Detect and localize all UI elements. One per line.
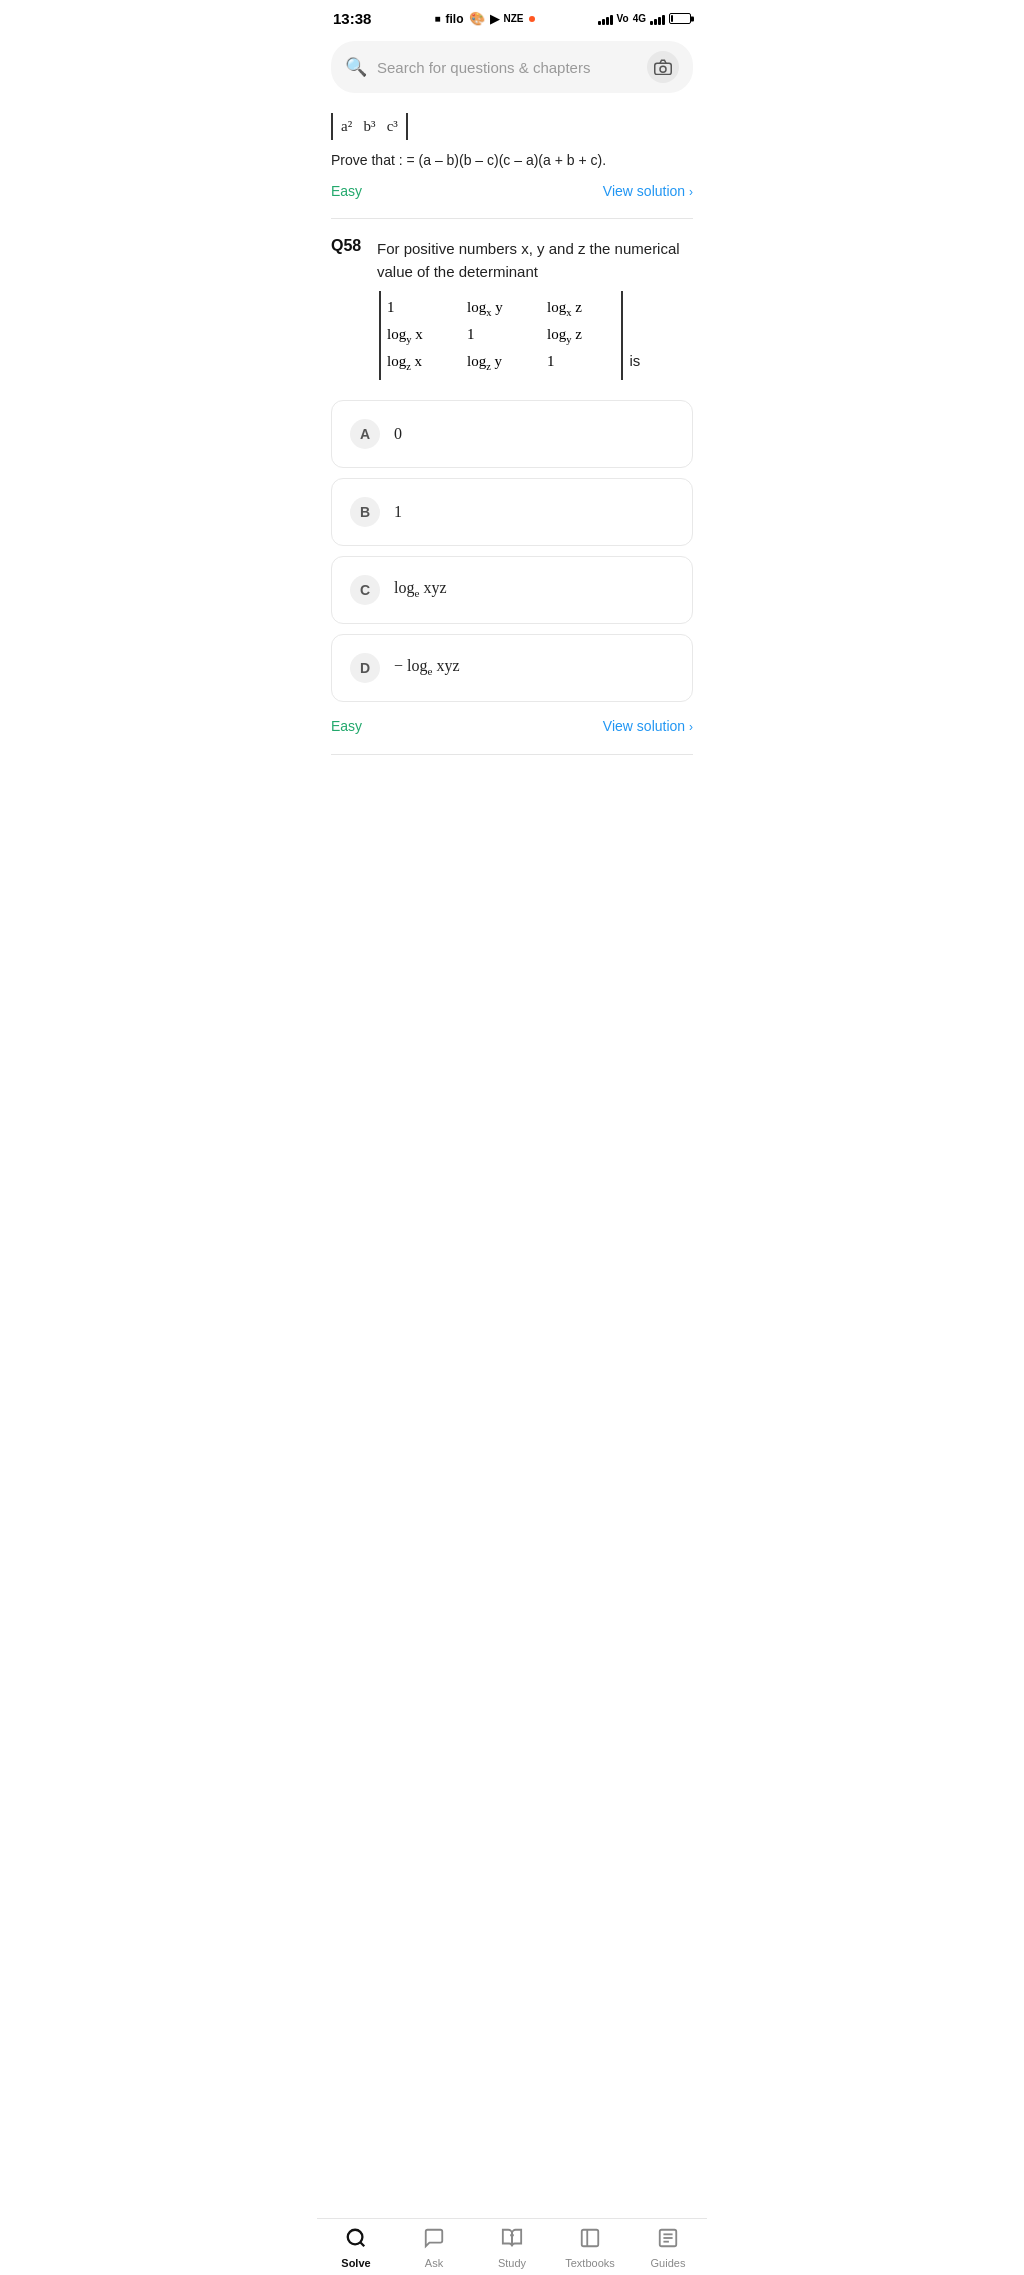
option-d-text: − loge xyz — [394, 657, 460, 677]
filo-label: filo — [446, 12, 464, 26]
prev-view-solution-link[interactable]: View solution › — [603, 181, 693, 202]
option-c-card[interactable]: C loge xyz — [331, 556, 693, 624]
question-58-text: For positive numbers x, y and z the nume… — [377, 237, 693, 284]
option-b-text: 1 — [394, 503, 402, 521]
cell-3-2: logz y — [467, 349, 535, 376]
status-app-icons: ■ filo 🎨 ▶ NZE — [434, 11, 534, 26]
option-b-circle: B — [350, 497, 380, 527]
cell-2-3: logy z — [547, 322, 615, 349]
nze-icon: NZE — [504, 13, 524, 24]
signal-bars — [598, 13, 613, 25]
prev-question-partial: a² b³ c³ Prove that : = (a – b)(b – c)(c… — [331, 103, 693, 219]
matrix-row-2: logy x 1 logy z — [387, 322, 615, 349]
cell-3-1: logz x — [387, 349, 455, 376]
prev-question-footer: Easy View solution › — [331, 181, 693, 202]
svg-point-1 — [660, 66, 666, 72]
question-58-block: Q58 For positive numbers x, y and z the … — [331, 219, 693, 755]
status-bar: 13:38 ■ filo 🎨 ▶ NZE Vo 4G — [317, 0, 707, 33]
search-bar[interactable]: 🔍 Search for questions & chapters — [331, 41, 693, 93]
play-icon: ▶ — [490, 12, 499, 26]
question-58-content: For positive numbers x, y and z the nume… — [377, 237, 693, 388]
cell-2-1: logy x — [387, 322, 455, 349]
status-time: 13:38 — [333, 10, 371, 27]
cell-2-2: 1 — [467, 322, 535, 349]
question-58-header: Q58 For positive numbers x, y and z the … — [331, 237, 693, 388]
option-c-circle: C — [350, 575, 380, 605]
matrix-display: a² b³ c³ — [331, 113, 408, 140]
option-d-circle: D — [350, 653, 380, 683]
q58-view-solution-text: View solution — [603, 718, 685, 734]
question-58-footer: Easy View solution › — [331, 718, 693, 748]
option-d-card[interactable]: D − loge xyz — [331, 634, 693, 702]
prev-difficulty-badge: Easy — [331, 181, 362, 202]
chevron-right-icon: › — [689, 185, 693, 199]
search-icon: 🔍 — [345, 56, 367, 78]
vo-icon: Vo — [617, 13, 629, 24]
q58-chevron-right-icon: › — [689, 720, 693, 734]
cell-1-3: logx z — [547, 295, 615, 322]
status-record-icon: ■ — [434, 13, 440, 24]
cell-3-3: 1 — [547, 349, 615, 376]
prev-view-solution-text: View solution — [603, 183, 685, 199]
camera-icon — [654, 59, 672, 75]
status-right-icons: Vo 4G — [598, 13, 691, 25]
matrix-row-3: logz x logz y 1 — [387, 349, 615, 376]
brush-icon: 🎨 — [469, 11, 485, 26]
bottom-divider — [331, 754, 693, 755]
matrix-suffix: is — [629, 352, 640, 369]
determinant-matrix: 1 logx y logx z logy x 1 logy z logz x l… — [377, 291, 625, 380]
option-a-card[interactable]: A 0 — [331, 400, 693, 468]
signal-bars-2 — [650, 13, 665, 25]
bottom-spacer — [331, 761, 693, 891]
cell-1-1: 1 — [387, 295, 455, 322]
option-c-text: loge xyz — [394, 579, 447, 599]
option-a-circle: A — [350, 419, 380, 449]
question-58-label: Q58 — [331, 237, 369, 255]
camera-button[interactable] — [647, 51, 679, 83]
4g-icon: 4G — [633, 13, 646, 24]
option-b-card[interactable]: B 1 — [331, 478, 693, 546]
q58-view-solution-link[interactable]: View solution › — [603, 718, 693, 734]
search-placeholder: Search for questions & chapters — [377, 59, 637, 76]
notification-dot — [529, 16, 535, 22]
battery-icon — [669, 13, 691, 24]
matrix-row-1: 1 logx y logx z — [387, 295, 615, 322]
cell-1-2: logx y — [467, 295, 535, 322]
q58-difficulty-badge: Easy — [331, 718, 362, 734]
option-a-text: 0 — [394, 425, 402, 443]
prove-text: Prove that : = (a – b)(b – c)(c – a)(a +… — [331, 150, 693, 171]
content-area: a² b³ c³ Prove that : = (a – b)(b – c)(c… — [317, 103, 707, 891]
